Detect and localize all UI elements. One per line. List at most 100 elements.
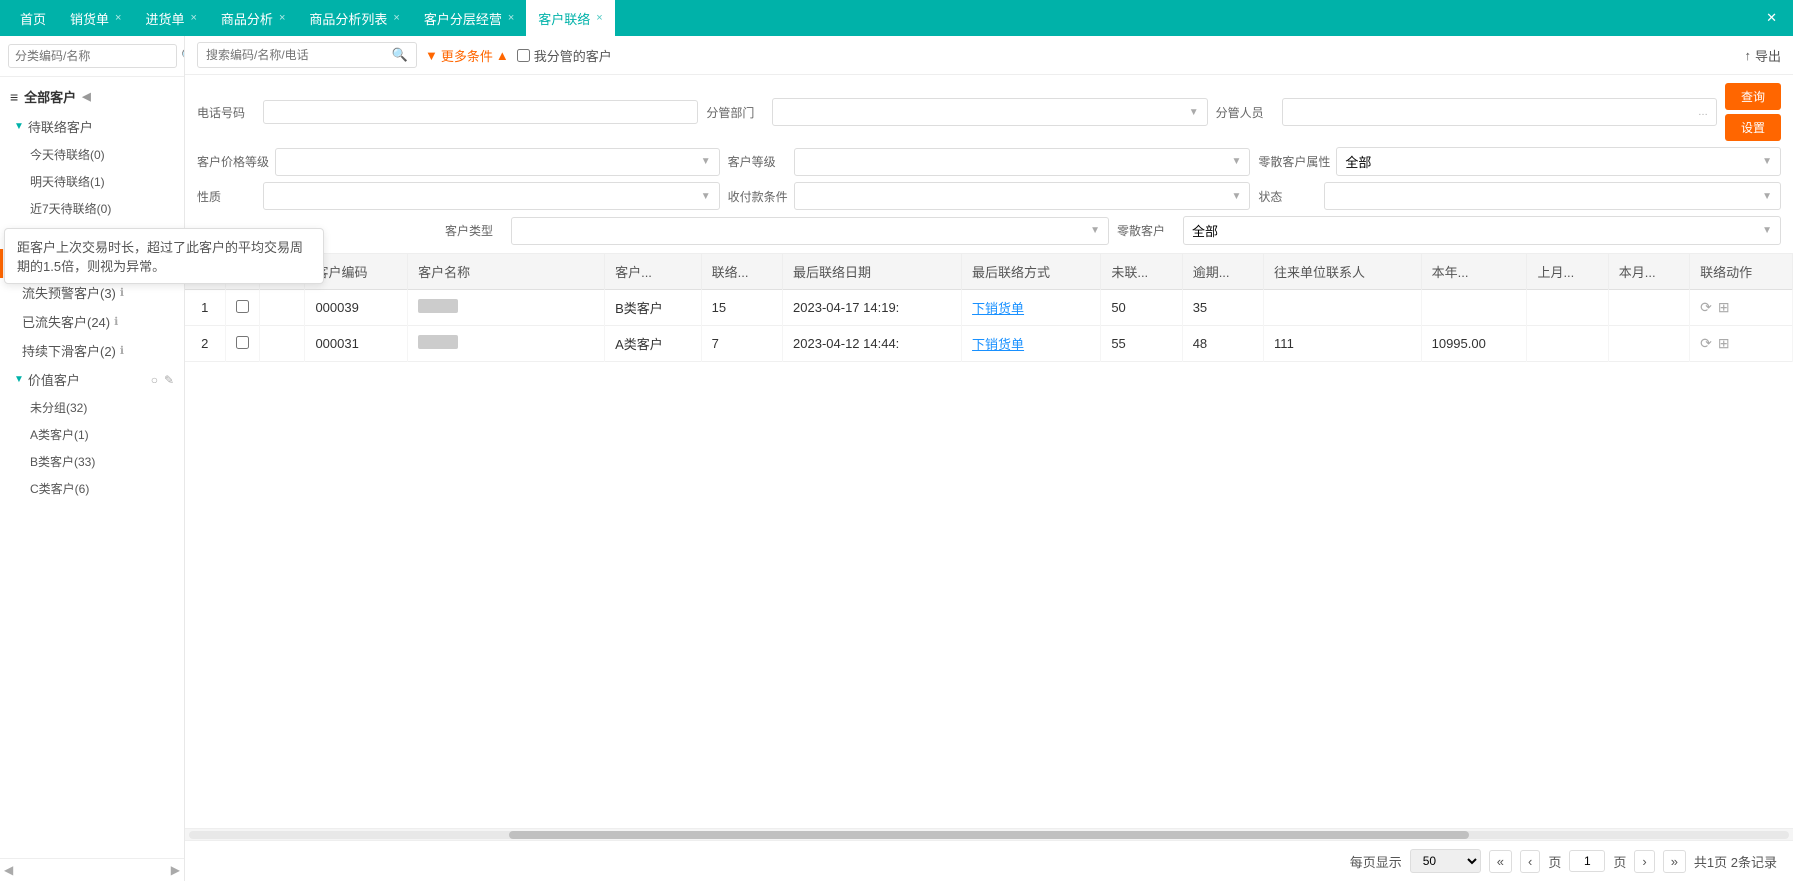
next-page-btn[interactable]: ›	[1634, 850, 1654, 873]
sidebar-item-today[interactable]: 今天待联络(0)	[8, 141, 184, 168]
scrollbar-thumb[interactable]	[509, 831, 1469, 839]
scrollbar-track[interactable]	[189, 831, 1789, 839]
row2-grid-icon[interactable]: ⊞	[1718, 335, 1730, 352]
row1-grid-icon[interactable]: ⊞	[1718, 299, 1730, 316]
row2-contact: 7	[701, 326, 782, 362]
col-this-month-header[interactable]: 本月...	[1608, 254, 1689, 290]
sidebar-item-classA[interactable]: A类客户(1)	[8, 421, 184, 448]
nav-product-analysis[interactable]: 商品分析 ×	[209, 0, 297, 36]
phone-input[interactable]	[263, 100, 698, 124]
sidebar-group-pending[interactable]: ▼ 待联络客户	[0, 112, 184, 141]
export-button[interactable]: ↑ 导出	[1744, 46, 1781, 65]
row1-checkbox[interactable]	[236, 300, 249, 313]
sidebar-nav-left[interactable]: ◀	[4, 863, 13, 877]
settings-button[interactable]: 设置	[1725, 114, 1781, 141]
customer-type-select[interactable]: ▼	[511, 217, 1109, 245]
my-customers-checkbox[interactable]	[517, 49, 530, 62]
info-icon3[interactable]: ℹ	[114, 315, 118, 328]
sidebar-item-week[interactable]: 近7天待联络(0)	[8, 195, 184, 222]
current-page-input[interactable]	[1569, 850, 1605, 872]
nav-customer-contact-close[interactable]: ×	[596, 12, 602, 24]
row1-method-link[interactable]: 下销货单	[972, 301, 1024, 316]
col-this-year-header[interactable]: 本年...	[1421, 254, 1527, 290]
payment-select[interactable]: ▼	[794, 182, 1251, 210]
row2-type: A类客户	[605, 326, 702, 362]
info-icon2[interactable]: ℹ	[120, 286, 124, 299]
nav-product-analysis-close[interactable]: ×	[279, 12, 285, 24]
sidebar-collapse-btn[interactable]: ◀	[82, 90, 90, 103]
row1-num: 1	[185, 290, 225, 326]
sidebar-nav-right[interactable]: ▶	[171, 863, 180, 877]
pagination-bar: 每页显示 50 100 200 « ‹ 页 页 › » 共1页 2条记录	[185, 840, 1793, 881]
col-type-header[interactable]: 客户...	[605, 254, 702, 290]
window-close-button[interactable]: ✕	[1758, 10, 1785, 26]
nav-home[interactable]: 首页	[8, 0, 58, 36]
query-button[interactable]: 查询	[1725, 83, 1781, 110]
status-select[interactable]: ▼	[1324, 182, 1781, 210]
row1-contact: 15	[701, 290, 782, 326]
row2-name	[408, 326, 605, 362]
sidebar-search-input[interactable]	[8, 44, 177, 68]
col-name-header[interactable]: 客户名称	[408, 254, 605, 290]
per-page-select[interactable]: 50 100 200	[1410, 849, 1481, 873]
nav-sales-order[interactable]: 销货单 ×	[58, 0, 133, 36]
col-last-date-header[interactable]: 最后联络日期	[783, 254, 962, 290]
nav-purchase-order[interactable]: 进货单 ×	[133, 0, 208, 36]
prev-page-btn[interactable]: ‹	[1520, 850, 1540, 873]
sidebar-all-customers[interactable]: ≡ 全部客户 ◀	[0, 81, 184, 112]
manager-select[interactable]: …	[1282, 98, 1717, 126]
payment-label: 收付款条件	[728, 188, 788, 205]
table-header-row: # ⚙ 客户编码 客户名称 客户... 联络... 最后联络日期 最后联络方式 …	[185, 254, 1793, 290]
sidebar-item-tomorrow[interactable]: 明天待联络(1)	[8, 168, 184, 195]
nav-product-analysis-list-close[interactable]: ×	[393, 12, 399, 24]
sidebar-item-ungrouped[interactable]: 未分组(32)	[8, 394, 184, 421]
retail-attr-select[interactable]: 全部 ▼	[1336, 147, 1781, 176]
sidebar-group-value[interactable]: ▼ 价值客户 ○ ✎	[0, 365, 184, 394]
info-icon4[interactable]: ℹ	[120, 344, 124, 357]
adv-filter-row-4: ... 客户类型 ▼ 零散客户 全部 ▼	[197, 216, 1781, 245]
nav-purchase-order-close[interactable]: ×	[190, 12, 196, 24]
sidebar-item-classB[interactable]: B类客户(33)	[8, 448, 184, 475]
filter-retail-customer-field: 零散客户 全部 ▼	[1117, 216, 1781, 245]
customer-level-select[interactable]: ▼	[794, 148, 1251, 176]
row2-method-link[interactable]: 下销货单	[972, 337, 1024, 352]
row2-link-icon[interactable]: ⟳	[1700, 335, 1712, 352]
nav-sales-order-close[interactable]: ×	[115, 12, 121, 24]
sidebar-item-classC[interactable]: C类客户(6)	[8, 475, 184, 502]
first-page-btn[interactable]: «	[1489, 850, 1512, 873]
export-icon: ↑	[1744, 48, 1751, 63]
sidebar-item-churned[interactable]: 已流失客户(24) ℹ	[0, 307, 184, 336]
row2-last-month	[1527, 326, 1608, 362]
col-overdue-header[interactable]: 逾期...	[1182, 254, 1263, 290]
search-icon[interactable]: 🔍	[392, 47, 408, 63]
nav-customer-segment[interactable]: 客户分层经营 ×	[412, 0, 526, 36]
nav-customer-contact[interactable]: 客户联络 ×	[526, 0, 614, 36]
col-contact-header[interactable]: 联络...	[701, 254, 782, 290]
sidebar-item-declining[interactable]: 持续下滑客户(2) ℹ	[0, 336, 184, 365]
row1-link-icon[interactable]: ⟳	[1700, 299, 1712, 316]
col-last-method-header[interactable]: 最后联络方式	[962, 254, 1101, 290]
nav-customer-segment-close[interactable]: ×	[508, 12, 514, 24]
retail-customer-select[interactable]: 全部 ▼	[1183, 216, 1781, 245]
row2-checkbox[interactable]	[236, 336, 249, 349]
horizontal-scrollbar[interactable]	[185, 828, 1793, 840]
last-page-btn[interactable]: »	[1663, 850, 1686, 873]
nav-product-analysis-list[interactable]: 商品分析列表 ×	[297, 0, 411, 36]
chevron-icon: ▲	[496, 48, 509, 63]
row1-this-month	[1608, 290, 1689, 326]
manager-arrow-icon: …	[1698, 107, 1708, 118]
col-last-month-header[interactable]: 上月...	[1527, 254, 1608, 290]
row1-name-masked	[418, 299, 458, 313]
add-icon[interactable]: ✎	[164, 373, 174, 387]
search-input[interactable]	[206, 48, 386, 62]
edit-icon[interactable]: ○	[151, 373, 158, 387]
row1-last-date: 2023-04-17 14:19:	[783, 290, 962, 326]
dept-label: 分管部门	[706, 104, 766, 121]
col-unit-contact-header[interactable]: 往来单位联系人	[1264, 254, 1422, 290]
col-no-contact-header[interactable]: 未联...	[1101, 254, 1182, 290]
more-conditions-btn[interactable]: ▼ 更多条件 ▲	[425, 46, 509, 65]
dept-select[interactable]: ▼	[772, 98, 1207, 126]
price-level-select[interactable]: ▼	[275, 148, 720, 176]
gender-select[interactable]: ▼	[263, 182, 720, 210]
row2-no-contact: 55	[1101, 326, 1182, 362]
